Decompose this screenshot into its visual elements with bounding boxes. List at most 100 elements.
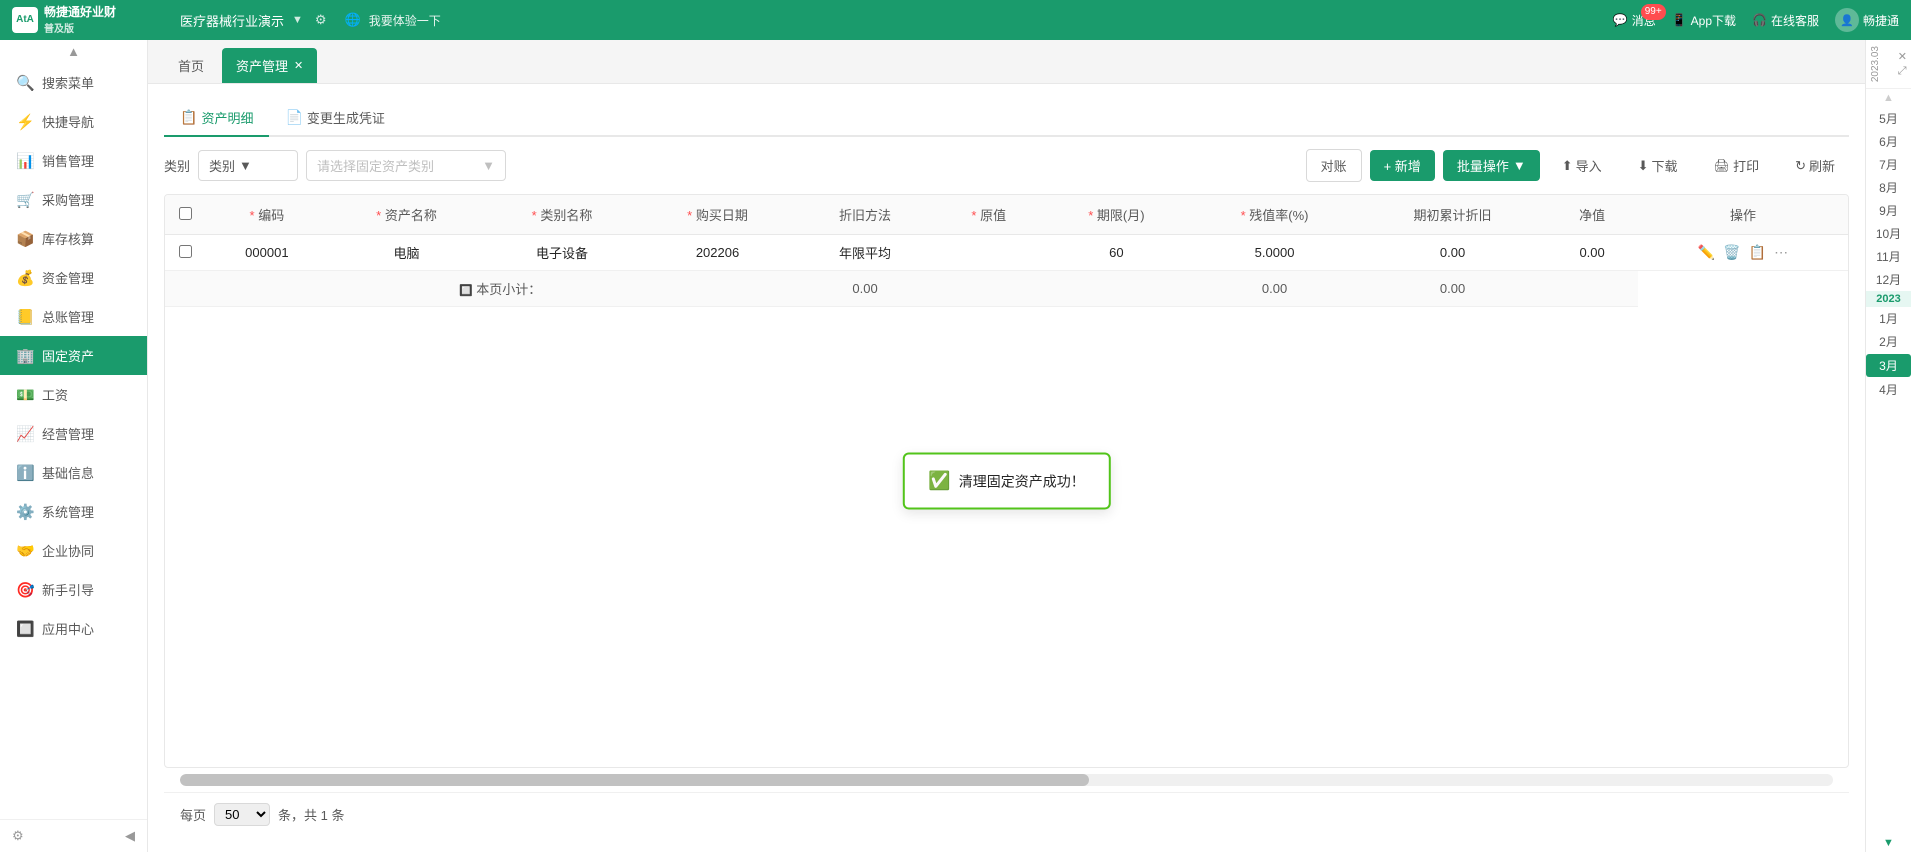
message-badge: 99+ [1641,4,1666,20]
experience-label[interactable]: 我要体验一下 [369,12,441,29]
download-button[interactable]: ⬇ 下载 [1624,150,1692,181]
tab-home-label: 首页 [178,56,204,75]
tab-asset-management[interactable]: 资产管理 ✕ [222,48,317,83]
scrollbar-thumb[interactable] [180,774,1089,786]
sidebar-item-tutorial[interactable]: 🎯 新手引导 [0,570,147,609]
month-12[interactable]: 12月 [1866,268,1911,291]
right-panel-close-icon[interactable]: ✕ [1898,50,1907,63]
header-code: * 编码 [205,195,329,235]
sidebar-gear-icon[interactable]: ⚙ [12,828,24,844]
month-1[interactable]: 1月 [1866,307,1911,330]
edit-icon[interactable]: ✏️ [1698,244,1715,261]
row-checkbox[interactable] [179,245,192,258]
batch-dropdown-icon: ▼ [1513,158,1526,173]
row-purchase-date: 202206 [640,235,796,271]
batch-button[interactable]: 批量操作 ▼ [1443,150,1540,181]
online-service-button[interactable]: 🎧 在线客服 [1752,12,1819,29]
month-7[interactable]: 7月 [1866,153,1911,176]
sidebar-bottom: ⚙ ◀ [0,819,147,852]
row-residual-rate: 5.0000 [1190,235,1359,271]
app-name: 畅捷通好业财 [44,5,116,19]
month-6[interactable]: 6月 [1866,130,1911,153]
sidebar-item-label: 经营管理 [42,424,94,443]
success-toast: ✅ 清理固定资产成功！ [902,453,1110,510]
app-download-icon: 📱 [1672,13,1687,27]
avatar: 👤 [1835,8,1859,32]
category-input[interactable]: 请选择固定资产类别 ▼ [306,150,506,181]
basic-info-icon: ℹ️ [16,464,34,482]
user-menu[interactable]: 👤 畅捷通 [1835,8,1899,32]
month-4[interactable]: 4月 [1866,378,1911,401]
sub-tab-asset-detail[interactable]: 📋 资产明细 [164,100,269,137]
refresh-button[interactable]: ↻ 刷新 [1781,150,1849,181]
scroll-up-area[interactable]: ▲ [1880,89,1897,107]
scroll-down-area[interactable]: ▼ [1880,834,1897,852]
toolbar-left: 类别 类别 ▼ 请选择固定资产类别 ▼ [164,150,506,181]
sidebar-item-fixed-assets[interactable]: 🏢 固定资产 [0,336,147,375]
sidebar-item-basic-info[interactable]: ℹ️ 基础信息 [0,453,147,492]
header-accumulated-depreciation: 期初累计折旧 [1359,195,1546,235]
sub-tab-label: 资产明细 [201,108,253,127]
more-icon[interactable]: ⋯ [1774,244,1788,261]
inventory-icon: 📦 [16,230,34,248]
app-download-button[interactable]: 📱 App下载 [1672,12,1736,29]
settings-icon[interactable]: ⚙ [315,12,327,28]
asset-table: * 编码 * 资产名称 * 类别名称 * 购买日期 折旧方法 * 原值 * 期限… [165,195,1848,307]
delete-icon[interactable]: 🗑️ [1723,244,1740,261]
message-button[interactable]: 💬 消息 99+ [1613,12,1656,29]
sidebar-item-apps[interactable]: 🔲 应用中心 [0,609,147,648]
month-9[interactable]: 9月 [1866,199,1911,222]
sidebar-scroll-up[interactable]: ▲ [0,40,147,63]
sidebar-item-inventory[interactable]: 📦 库存核算 [0,219,147,258]
sidebar-item-salary[interactable]: 💵 工资 [0,375,147,414]
header-category: * 类别名称 [484,195,640,235]
top-bar-right: 💬 消息 99+ 📱 App下载 🎧 在线客服 👤 畅捷通 [1613,8,1899,32]
sub-tab-change-voucher[interactable]: 📄 变更生成凭证 [269,100,400,135]
tutorial-icon: 🎯 [16,581,34,599]
print-button[interactable]: 🖨 打印 [1700,150,1774,181]
month-2[interactable]: 2月 [1866,330,1911,353]
select-all-checkbox[interactable] [179,207,192,220]
import-button[interactable]: ⬆ 导入 [1548,150,1616,181]
sidebar-item-ledger[interactable]: 📒 总账管理 [0,297,147,336]
company-dropdown-icon[interactable]: ▼ [292,14,303,26]
subtotal-row: 🔲 本页小计： 0.00 0.00 0.00 [165,271,1848,307]
right-panel-expand-icon[interactable]: ⤢ [1898,65,1907,78]
salary-icon: 💵 [16,386,34,404]
tab-bar: 首页 资产管理 ✕ [148,40,1865,84]
sidebar-collapse-icon[interactable]: ◀ [125,828,135,844]
per-page-select[interactable]: 50 10 20 100 [214,803,270,826]
subtotal-rate-empty [1043,271,1191,307]
sidebar-item-system[interactable]: ⚙️ 系统管理 [0,492,147,531]
sidebar-item-enterprise[interactable]: 🤝 企业协同 [0,531,147,570]
sidebar-item-purchase[interactable]: 🛒 采购管理 [0,180,147,219]
row-action: ✏️ 🗑️ 📋 ⋯ [1638,235,1848,271]
sidebar-item-finance[interactable]: 💰 资金管理 [0,258,147,297]
scroll-up-icon[interactable]: ▲ [1883,92,1894,104]
new-button[interactable]: + 新增 [1370,150,1435,181]
category-select[interactable]: 类别 ▼ [198,150,298,181]
month-5[interactable]: 5月 [1866,107,1911,130]
category-dropdown-icon: ▼ [239,158,252,173]
tab-close-icon[interactable]: ✕ [294,59,303,72]
category-input-dropdown-icon: ▼ [482,158,495,173]
sidebar-item-operations[interactable]: 📈 经营管理 [0,414,147,453]
sidebar-item-search[interactable]: 🔍 搜索菜单 [0,63,147,102]
category-select-label: 类别 [209,156,235,175]
scroll-down-icon[interactable]: ▼ [1883,837,1894,849]
month-11[interactable]: 11月 [1866,245,1911,268]
copy-icon[interactable]: 📋 [1749,244,1766,261]
reconcile-button[interactable]: 对账 [1306,149,1362,182]
enterprise-icon: 🤝 [16,542,34,560]
month-8[interactable]: 8月 [1866,176,1911,199]
sidebar: ▲ 🔍 搜索菜单 ⚡ 快捷导航 📊 销售管理 🛒 采购管理 📦 库存核算 💰 资… [0,40,148,852]
tab-home[interactable]: 首页 [164,48,218,83]
horizontal-scrollbar[interactable] [180,774,1833,786]
month-10[interactable]: 10月 [1866,222,1911,245]
header-checkbox-cell [165,195,205,235]
sidebar-item-quicknav[interactable]: ⚡ 快捷导航 [0,102,147,141]
new-label: + 新增 [1384,156,1421,175]
sidebar-item-sales[interactable]: 📊 销售管理 [0,141,147,180]
print-label: 打印 [1733,156,1759,175]
month-3-current[interactable]: 3月 [1866,354,1911,377]
